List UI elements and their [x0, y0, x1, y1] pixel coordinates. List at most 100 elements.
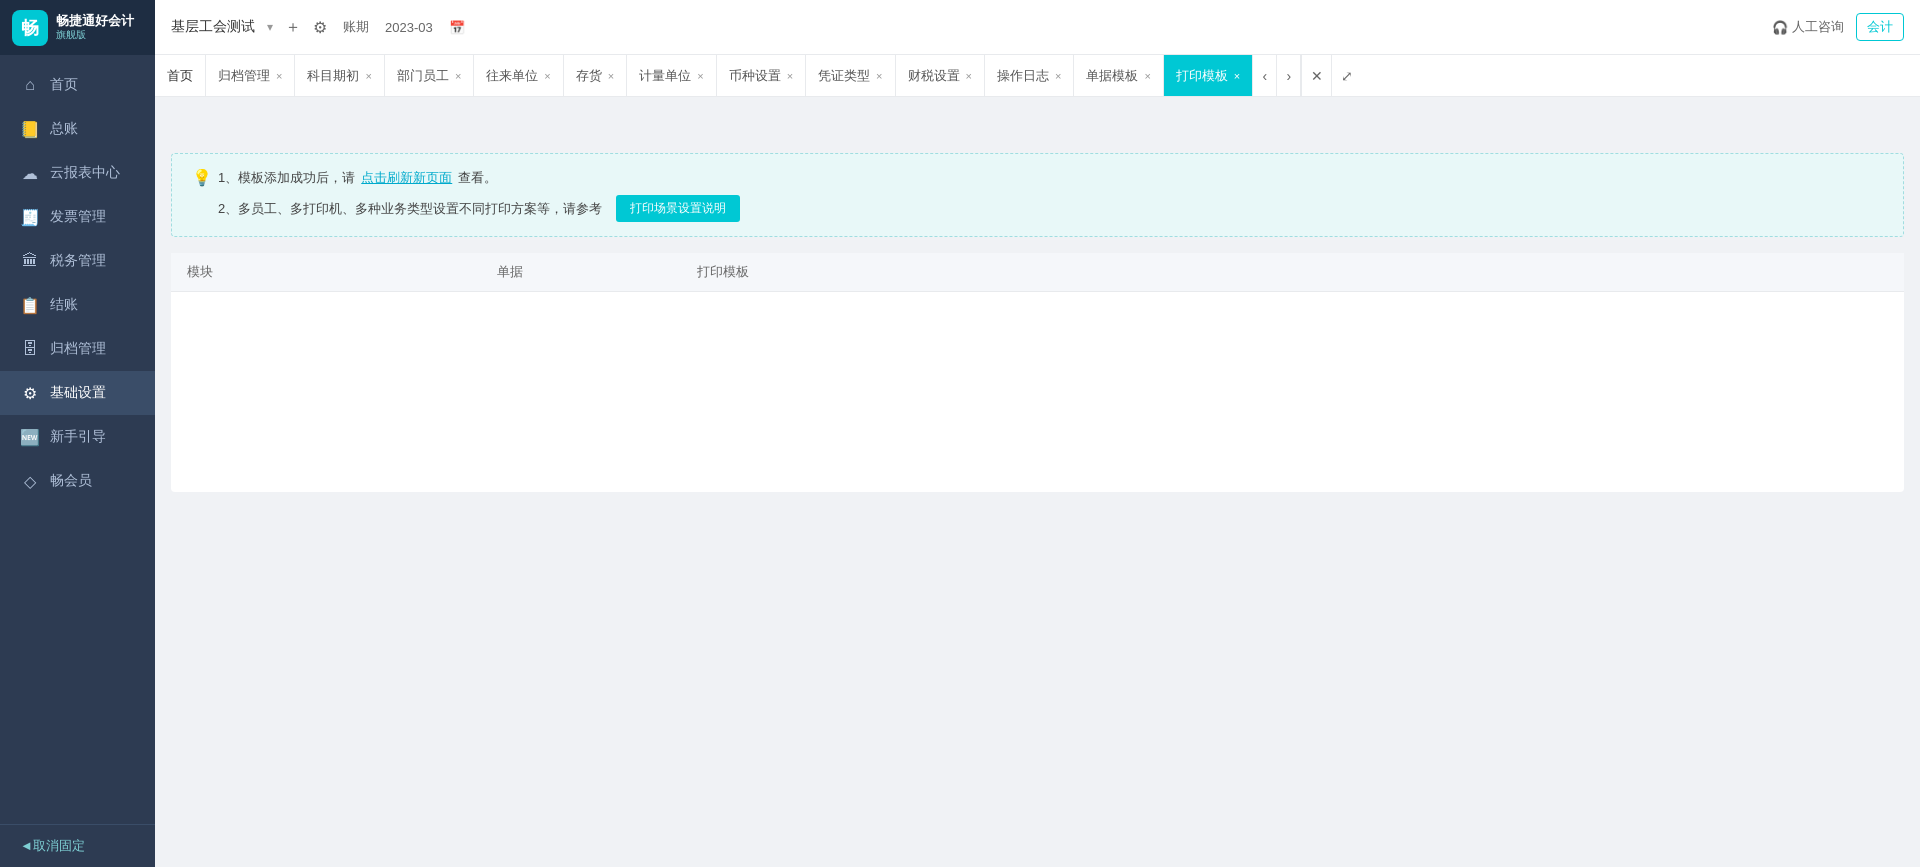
sidebar-item-home[interactable]: ⌂ 首页	[0, 63, 155, 107]
app-name: 畅捷通好会计	[56, 13, 134, 29]
sidebar-item-guide[interactable]: 🆕 新手引导	[0, 415, 155, 459]
period-value: 2023-03	[385, 20, 433, 35]
info-row-1: 💡 1、模板添加成功后，请 点击刷新新页面 查看。	[192, 168, 1883, 187]
sidebar-unpin[interactable]: ◄取消固定	[0, 824, 155, 867]
sidebar-nav: ⌂ 首页 📒总账 ☁ 云报表中心 🧾 发票管理 🏛 税务管理 📋结账 🗄 归档管理 ⚙基础设置 🆕 新手引导…	[0, 55, 155, 824]
tab-close-unit[interactable]: ×	[697, 70, 703, 82]
nav-icon-guide: 🆕	[20, 427, 40, 447]
tab-close-singleform[interactable]: ×	[1144, 70, 1150, 82]
tab-label-unit: 计量单位	[639, 67, 691, 85]
tab-singleform[interactable]: 单据模板×	[1074, 55, 1163, 96]
content-wrapper: 隐藏预置模板设置 💡 1、模板添加成功后，请 点击刷新新页面 查看。 2、多员工…	[171, 153, 1904, 492]
info-row-2: 2、多员工、多打印机、多种业务类型设置不同打印方案等，请参考 打印场景设置说明	[192, 195, 1883, 222]
tab-expand-btn[interactable]: ⤢	[1331, 55, 1361, 96]
tab-subject[interactable]: 科目期初×	[295, 55, 384, 96]
sidebar-item-member[interactable]: ◇畅会员	[0, 459, 155, 503]
tab-label-voucher: 凭证类型	[818, 67, 870, 85]
tab-close-printtemplate[interactable]: ×	[1234, 70, 1240, 82]
tab-tax[interactable]: 财税设置 ×	[896, 55, 985, 96]
tab-label-tax: 财税设置	[908, 67, 960, 85]
tab-unit[interactable]: 计量单位 ×	[627, 55, 716, 96]
refresh-link[interactable]: 点击刷新新页面	[361, 169, 452, 187]
table-body	[171, 292, 1904, 492]
sidebar-item-archive[interactable]: 🗄 归档管理	[0, 327, 155, 371]
tab-label-inventory: 存货	[576, 67, 602, 85]
tab-close-subject[interactable]: ×	[365, 70, 371, 82]
tab-currency[interactable]: 币种设置 ×	[717, 55, 806, 96]
sidebar-item-ledger[interactable]: 📒总账	[0, 107, 155, 151]
sidebar-footer-label: ◄取消固定	[20, 837, 85, 855]
tab-close-tax[interactable]: ×	[966, 70, 972, 82]
info-line1-suffix: 查看。	[458, 169, 497, 187]
tab-label-oplog: 操作日志	[997, 67, 1049, 85]
tab-close-archive[interactable]: ×	[276, 70, 282, 82]
tab-close-all-btn[interactable]: ✕	[1301, 55, 1331, 96]
company-name: 基层工会测试	[171, 18, 255, 36]
headset-icon: 🎧	[1772, 20, 1788, 35]
nav-label-home: 首页	[50, 76, 78, 94]
nav-label-member: 畅会员	[50, 472, 92, 490]
nav-icon-tax: 🏛	[20, 251, 40, 271]
info-line2-prefix: 2、多员工、多打印机、多种业务类型设置不同打印方案等，请参考	[218, 200, 602, 218]
tab-prev-btn[interactable]: ‹	[1253, 55, 1277, 96]
tab-archive[interactable]: 归档管理 ×	[206, 55, 295, 96]
sidebar-item-invoice[interactable]: 🧾 发票管理	[0, 195, 155, 239]
nav-icon-report: ☁	[20, 163, 40, 183]
settings-icon[interactable]: ⚙	[313, 18, 327, 37]
tab-close-currency[interactable]: ×	[787, 70, 793, 82]
col-module: 模块	[187, 263, 497, 281]
col-form: 单据	[497, 263, 697, 281]
nav-label-archive: 归档管理	[50, 340, 106, 358]
tab-close-oplog[interactable]: ×	[1055, 70, 1061, 82]
add-tab-button[interactable]: ＋	[285, 17, 301, 38]
nav-label-report: 云报表中心	[50, 164, 120, 182]
nav-icon-home: ⌂	[20, 75, 40, 95]
calendar-icon[interactable]: 📅	[449, 20, 465, 35]
tab-voucher[interactable]: 凭证类型 ×	[806, 55, 895, 96]
support-label: 人工咨询	[1792, 18, 1844, 36]
nav-label-ledger: 总账	[50, 120, 78, 138]
tab-oplog[interactable]: 操作日志 ×	[985, 55, 1074, 96]
sidebar-item-settle[interactable]: 📋结账	[0, 283, 155, 327]
tab-close-dept[interactable]: ×	[455, 70, 461, 82]
tab-inventory[interactable]: 存货 ×	[564, 55, 627, 96]
print-scene-btn[interactable]: 打印场景设置说明	[616, 195, 740, 222]
tab-label-supplier: 往来单位	[486, 67, 538, 85]
tab-printtemplate[interactable]: 打印模板×	[1164, 55, 1253, 96]
support-btn[interactable]: 🎧 人工咨询	[1772, 18, 1844, 36]
topbar: 基层工会测试 ▾ ＋ ⚙ 账期 2023-03 📅 🎧 人工咨询 会计	[155, 0, 1920, 55]
tab-next-btn[interactable]: ›	[1277, 55, 1301, 96]
tab-dept[interactable]: 部门员工 ×	[385, 55, 474, 96]
nav-label-tax: 税务管理	[50, 252, 106, 270]
nav-label-settle: 结账	[50, 296, 78, 314]
app-logo: 畅 畅捷通好会计 旗舰版	[0, 0, 155, 55]
tab-close-inventory[interactable]: ×	[608, 70, 614, 82]
sidebar-item-tax[interactable]: 🏛 税务管理	[0, 239, 155, 283]
tab-label-currency: 币种设置	[729, 67, 781, 85]
info-line1-prefix: 1、模板添加成功后，请	[218, 169, 355, 187]
nav-label-invoice: 发票管理	[50, 208, 106, 226]
sidebar-item-report[interactable]: ☁ 云报表中心	[0, 151, 155, 195]
sidebar-item-basic[interactable]: ⚙基础设置	[0, 371, 155, 415]
col-template: 打印模板	[697, 263, 1888, 281]
tab-label-archive: 归档管理	[218, 67, 270, 85]
tab-close-voucher[interactable]: ×	[876, 70, 882, 82]
company-dropdown-icon[interactable]: ▾	[267, 20, 273, 34]
nav-icon-archive: 🗄	[20, 339, 40, 359]
nav-label-guide: 新手引导	[50, 428, 106, 446]
main-content: 隐藏预置模板设置 💡 1、模板添加成功后，请 点击刷新新页面 查看。 2、多员工…	[155, 97, 1920, 867]
table-header: 模块 单据 打印模板	[171, 253, 1904, 292]
app-sub: 旗舰版	[56, 28, 134, 42]
nav-icon-basic: ⚙	[20, 383, 40, 403]
sidebar: 畅 畅捷通好会计 旗舰版 ⌂ 首页 📒总账 ☁ 云报表中心 🧾 发票管理 🏛 税务管理 📋结账 🗄 归…	[0, 0, 155, 867]
account-button[interactable]: 会计	[1856, 13, 1904, 41]
period-label: 账期	[343, 18, 369, 36]
tabbar: 首页归档管理×科目期初×部门员工×往来单位×存货×计量单位×币种设置×凭证类型×…	[155, 55, 1920, 97]
tab-close-supplier[interactable]: ×	[544, 70, 550, 82]
tab-label-dept: 部门员工	[397, 67, 449, 85]
tab-home[interactable]: 首页	[155, 55, 206, 96]
tab-supplier[interactable]: 往来单位 ×	[474, 55, 563, 96]
nav-icon-invoice: 🧾	[20, 207, 40, 227]
bulb-icon: 💡	[192, 168, 212, 187]
info-box: 💡 1、模板添加成功后，请 点击刷新新页面 查看。 2、多员工、多打印机、多种业…	[171, 153, 1904, 237]
